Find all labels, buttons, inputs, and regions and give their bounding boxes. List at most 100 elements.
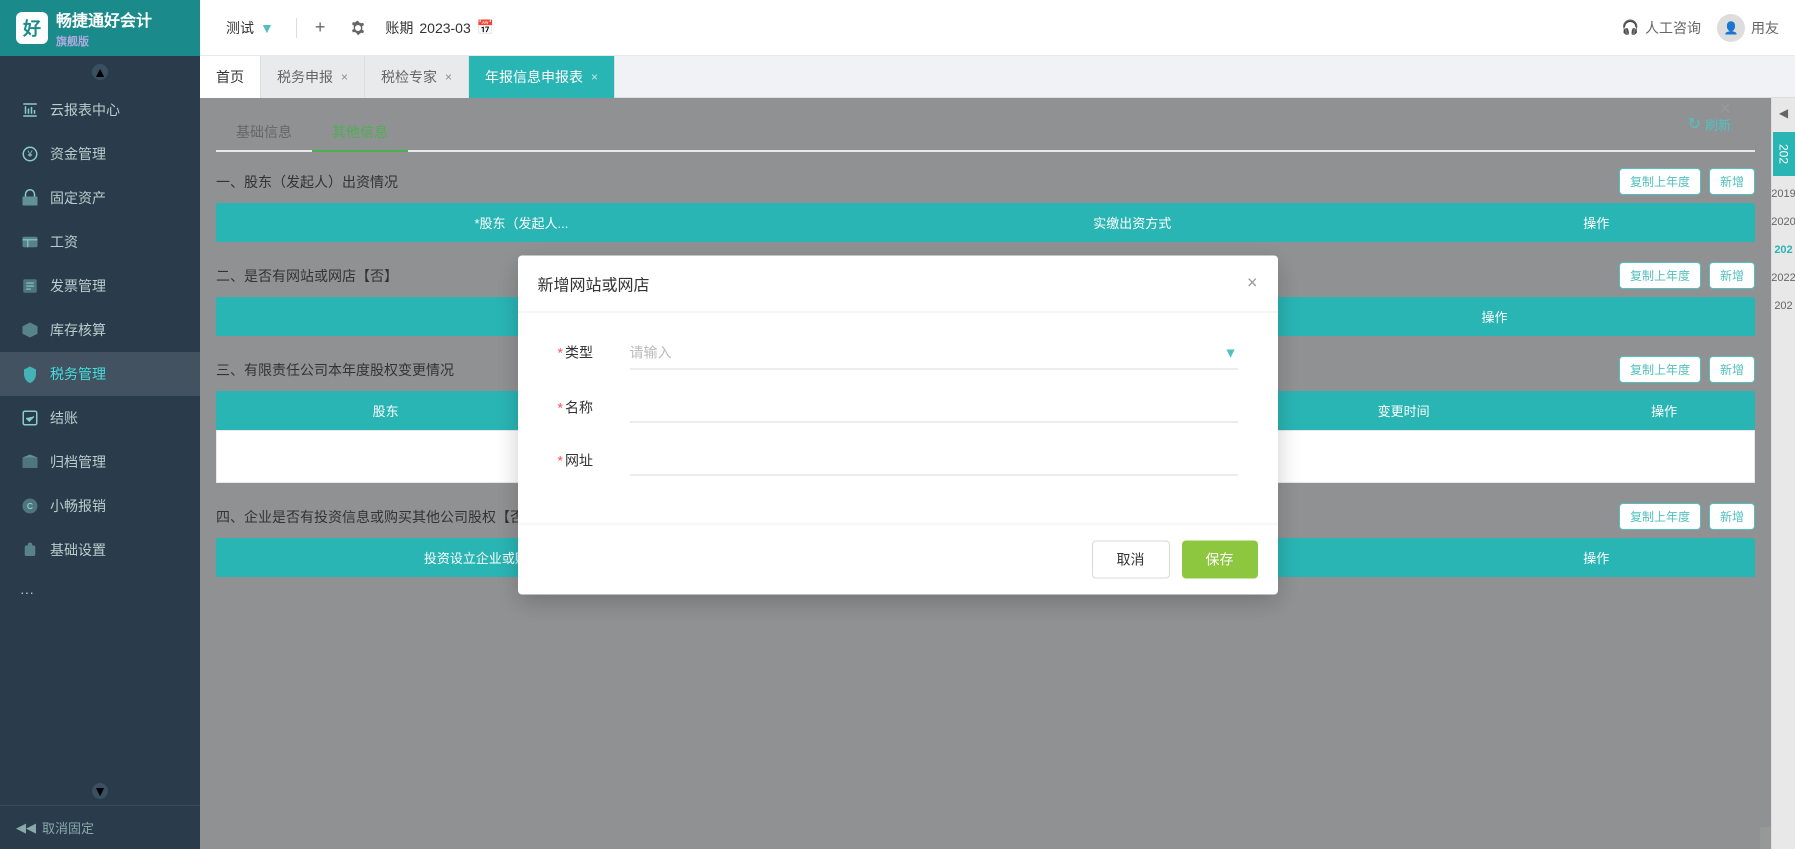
section-wangzhan-copy[interactable]: 复制上年度: [1619, 262, 1701, 289]
sub-tabs: 基础信息 其他信息: [216, 114, 1755, 152]
section-wangzhan-add[interactable]: 新增: [1709, 262, 1755, 289]
sidebar-item-label: 发票管理: [50, 276, 106, 296]
logo-text: 畅捷通好会计 旗舰版: [56, 7, 152, 49]
sub-tab-qita[interactable]: 其他信息: [312, 114, 408, 152]
right-sidebar-2019[interactable]: 2019: [1769, 180, 1795, 208]
sidebar-item-jiezhang[interactable]: 结账: [0, 396, 200, 440]
company-selector[interactable]: 测试 ▼: [216, 12, 284, 44]
calendar-icon[interactable]: 📅: [477, 19, 494, 36]
section-touzi-add[interactable]: 新增: [1709, 503, 1755, 530]
tab-nianbao-close[interactable]: ×: [591, 70, 598, 84]
sidebar-item-label: 小畅报销: [50, 496, 106, 516]
required-star-url: *: [558, 453, 563, 469]
sidebar-item-more[interactable]: ···: [0, 572, 200, 612]
sidebar-edition: 旗舰版: [56, 33, 152, 49]
sidebar-item-label: 库存核算: [50, 320, 106, 340]
headset-icon: 🎧: [1622, 19, 1639, 36]
gudingzichan-icon: [20, 188, 40, 208]
kucun-icon: [20, 320, 40, 340]
service-button[interactable]: 🎧 人工咨询: [1622, 18, 1701, 38]
tab-home[interactable]: 首页: [200, 56, 261, 98]
sidebar-item-jichu[interactable]: 基础设置: [0, 528, 200, 572]
jiezhang-icon: [20, 408, 40, 428]
sidebar-item-fapiao[interactable]: 发票管理: [0, 264, 200, 308]
field-name-row: * 名称: [558, 393, 1238, 422]
right-sidebar-2021[interactable]: 202: [1772, 236, 1794, 264]
tab-home-label: 首页: [216, 67, 244, 87]
topbar: 测试 ▼ + 账期 2023-03 📅 🎧 人工咨询: [200, 0, 1795, 56]
tab-nianbao-label: 年报信息申报表: [485, 67, 583, 87]
svg-text:C: C: [27, 502, 33, 511]
section-touzi-actions: 复制上年度 新增: [1619, 503, 1755, 530]
sidebar-item-shuiwu[interactable]: 税务管理: [0, 352, 200, 396]
tab-shujian-close[interactable]: ×: [445, 70, 452, 84]
tab-shuiwu[interactable]: 税务申报 ×: [261, 56, 365, 98]
section-gudong-copy[interactable]: 复制上年度: [1619, 168, 1701, 195]
dialog-title: 新增网站或网店: [538, 271, 650, 295]
section-gudong-header: 一、股东（发起人）出资情况 复制上年度 新增: [216, 168, 1755, 195]
right-sidebar-collapse[interactable]: ◀: [1775, 98, 1793, 128]
sidebar-item-zijin[interactable]: ¥ 资金管理: [0, 132, 200, 176]
guidang-icon: [20, 452, 40, 472]
section-gudong-add[interactable]: 新增: [1709, 168, 1755, 195]
topbar-right: 🎧 人工咨询 👤 用友: [1622, 14, 1779, 42]
sidebar-item-gudingzichan[interactable]: 固定资产: [0, 176, 200, 220]
section-wangzhan-actions: 复制上年度 新增: [1619, 262, 1755, 289]
pin-button[interactable]: ◀◀ 取消固定: [16, 818, 184, 837]
xiaochang-icon: C: [20, 496, 40, 516]
field-url-row: * 网址: [558, 446, 1238, 475]
dialog-close-button[interactable]: ×: [1247, 273, 1258, 294]
section-bianhua-add[interactable]: 新增: [1709, 356, 1755, 383]
right-sidebar-2022[interactable]: 2022: [1769, 264, 1795, 292]
sidebar: 好 畅捷通好会计 旗舰版 ▲ 云报表中心 ¥: [0, 0, 200, 849]
company-dropdown-icon: ▼: [260, 20, 274, 36]
right-sidebar: ◀ 202 2019 2020 202 2022 202: [1771, 98, 1795, 849]
sidebar-item-label: 云报表中心: [50, 100, 120, 120]
logo-icon: 好: [16, 12, 48, 44]
right-sidebar-2023[interactable]: 202: [1772, 292, 1794, 320]
logo-text-label: 畅捷通好会计: [56, 7, 152, 31]
settings-button[interactable]: [343, 13, 373, 43]
field-name-label: * 名称: [558, 398, 618, 418]
fapiao-icon: [20, 276, 40, 296]
sidebar-item-gongzi[interactable]: 工资: [0, 220, 200, 264]
sidebar-item-yunbiao[interactable]: 云报表中心: [0, 88, 200, 132]
sidebar-scroll-up[interactable]: ▲: [92, 64, 108, 80]
save-button[interactable]: 保存: [1182, 540, 1258, 578]
type-select[interactable]: 请输入 ▼: [630, 336, 1238, 369]
right-sidebar-2020[interactable]: 2020: [1769, 208, 1795, 236]
type-placeholder: 请输入: [630, 342, 672, 362]
section-gudong-table-header: *股东（发起人... 实缴出资方式 操作: [216, 203, 1755, 242]
sidebar-item-kucun[interactable]: 库存核算: [0, 308, 200, 352]
modal-overlay[interactable]: 好 畅捷通好会计 旗舰版 ▲ 云报表中心 ¥: [0, 0, 1795, 849]
tab-nianbao[interactable]: 年报信息申报表 ×: [469, 56, 615, 98]
section-bianhua-title: 三、有限责任公司本年度股权变更情况: [216, 360, 454, 380]
sidebar-item-guidang[interactable]: 归档管理: [0, 440, 200, 484]
zijin-icon: ¥: [20, 144, 40, 164]
url-input[interactable]: [630, 446, 1238, 475]
tab-shuiwu-label: 税务申报: [277, 67, 333, 87]
user-menu[interactable]: 👤 用友: [1717, 14, 1779, 42]
user-avatar-icon: 👤: [1717, 14, 1745, 42]
section-touzi-title: 四、企业是否有投资信息或购买其他公司股权【否】: [216, 507, 538, 527]
tab-shuiwu-close[interactable]: ×: [341, 70, 348, 84]
jichu-icon: [20, 540, 40, 560]
section-touzi-copy[interactable]: 复制上年度: [1619, 503, 1701, 530]
field-url-label: * 网址: [558, 451, 618, 471]
section-wangzhan-title: 二、是否有网站或网店【否】: [216, 266, 398, 286]
sidebar-item-xiaochang[interactable]: C 小畅报销: [0, 484, 200, 528]
sidebar-scroll-down[interactable]: ▼: [92, 783, 108, 799]
dialog-header: 新增网站或网店 ×: [518, 255, 1278, 312]
th-gudong-method: 实缴出资方式: [827, 203, 1438, 242]
section-bianhua-copy[interactable]: 复制上年度: [1619, 356, 1701, 383]
th-gudong-action: 操作: [1438, 203, 1755, 242]
tab-shujian[interactable]: 税检专家 ×: [365, 56, 469, 98]
sidebar-logo: 好 畅捷通好会计 旗舰版: [0, 0, 200, 56]
sub-tab-jichu[interactable]: 基础信息: [216, 114, 312, 150]
select-arrow-icon: ▼: [1224, 344, 1238, 360]
content-close-button[interactable]: ×: [1719, 98, 1731, 121]
right-sidebar-year-tag[interactable]: 202: [1773, 132, 1795, 176]
cancel-button[interactable]: 取消: [1092, 540, 1170, 578]
name-input[interactable]: [630, 393, 1238, 422]
add-button[interactable]: +: [309, 11, 332, 44]
